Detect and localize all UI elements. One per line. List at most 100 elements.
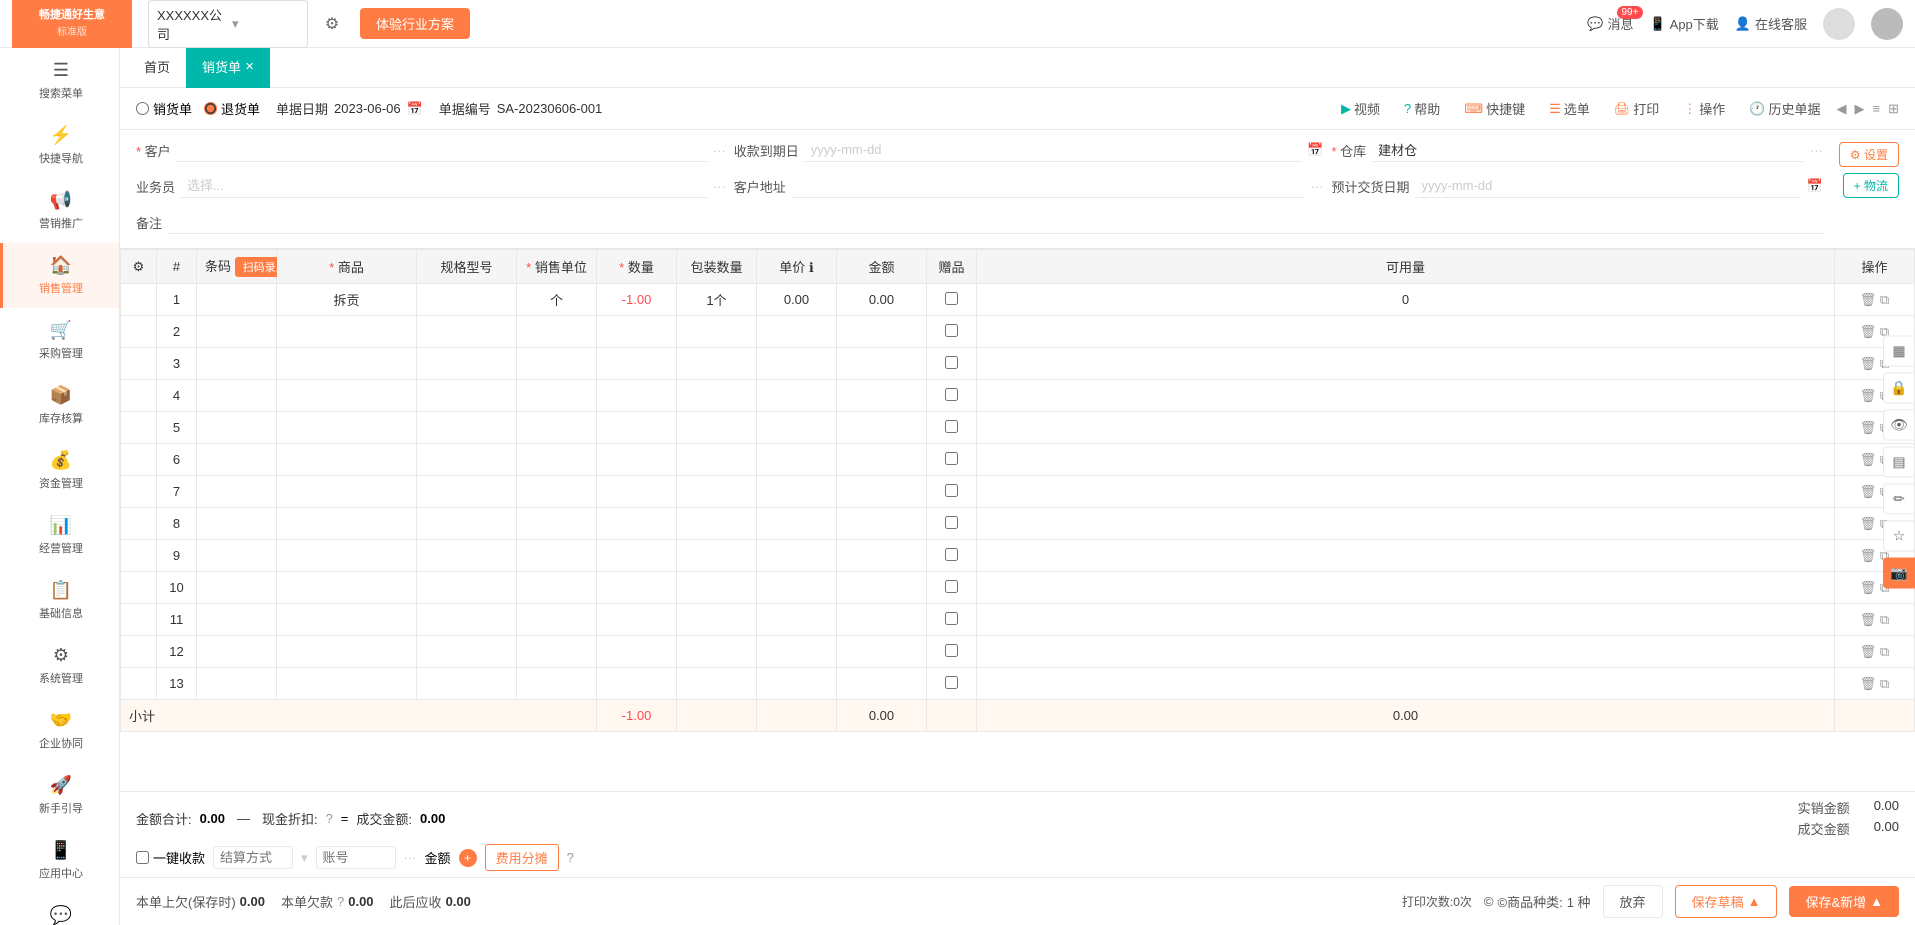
sidebar-item-guide[interactable]: 🚀 新手引导: [0, 763, 119, 828]
cell-price-4[interactable]: [757, 412, 837, 444]
sidebar-item-operations[interactable]: 📊 经营管理: [0, 503, 119, 568]
customer-input[interactable]: [177, 138, 707, 162]
cell-price-12[interactable]: [757, 668, 837, 700]
cell-price-5[interactable]: [757, 444, 837, 476]
shortcut-button[interactable]: ⌨ 快捷键: [1456, 96, 1533, 121]
cell-price-1[interactable]: [757, 316, 837, 348]
avatar2[interactable]: [1871, 8, 1903, 40]
settings-button[interactable]: ⚙: [316, 8, 348, 40]
cell-spec-7[interactable]: [417, 508, 517, 540]
cell-pack-5[interactable]: [677, 444, 757, 476]
cell-qty-10[interactable]: [597, 604, 677, 636]
tab-home[interactable]: 首页: [128, 48, 186, 88]
cell-goods-3[interactable]: [277, 380, 417, 412]
operations-button[interactable]: ⋮ 操作: [1675, 96, 1733, 121]
cell-spec-10[interactable]: [417, 604, 517, 636]
print-button[interactable]: 🖨 打印: [1606, 96, 1668, 121]
cell-price-8[interactable]: [757, 540, 837, 572]
cell-pack-10[interactable]: [677, 604, 757, 636]
gift-checkbox-3[interactable]: [945, 388, 958, 401]
cell-barcode-0[interactable]: [197, 284, 277, 316]
cell-price-3[interactable]: [757, 380, 837, 412]
cell-spec-8[interactable]: [417, 540, 517, 572]
cell-barcode-4[interactable]: [197, 412, 277, 444]
cell-amount-2[interactable]: [837, 348, 927, 380]
warehouse-dots[interactable]: ···: [1810, 143, 1823, 158]
cell-gift-4[interactable]: [927, 412, 977, 444]
cell-price-7[interactable]: [757, 508, 837, 540]
gift-checkbox-10[interactable]: [945, 612, 958, 625]
cell-spec-4[interactable]: [417, 412, 517, 444]
cell-pack-0[interactable]: 1个: [677, 284, 757, 316]
float-table-button[interactable]: ▤: [1883, 446, 1915, 477]
radio-return-input[interactable]: [204, 102, 217, 115]
gift-checkbox-0[interactable]: [945, 292, 958, 305]
cell-goods-8[interactable]: [277, 540, 417, 572]
sidebar-item-sales[interactable]: 🏠 销售管理: [0, 243, 119, 308]
sidebar-item-search[interactable]: ☰ 搜索菜单: [0, 48, 119, 113]
due-date-calendar-icon[interactable]: 📅: [1307, 142, 1323, 158]
gift-checkbox-1[interactable]: [945, 324, 958, 337]
sidebar-item-finance[interactable]: 💰 资金管理: [0, 438, 119, 503]
gift-checkbox-11[interactable]: [945, 644, 958, 657]
cell-goods-10[interactable]: [277, 604, 417, 636]
help-button[interactable]: ? 帮助: [1396, 96, 1448, 121]
gift-checkbox-7[interactable]: [945, 516, 958, 529]
cell-price-9[interactable]: [757, 572, 837, 604]
delete-row-2[interactable]: 🗑: [1860, 356, 1877, 372]
cell-qty-7[interactable]: [597, 508, 677, 540]
cell-price-10[interactable]: [757, 604, 837, 636]
cell-gift-0[interactable]: [927, 284, 977, 316]
cell-spec-0[interactable]: [417, 284, 517, 316]
cell-amount-3[interactable]: [837, 380, 927, 412]
cell-qty-9[interactable]: [597, 572, 677, 604]
cell-pack-8[interactable]: [677, 540, 757, 572]
address-dots[interactable]: ···: [1310, 179, 1323, 194]
account-input[interactable]: [316, 846, 396, 869]
expense-help-icon[interactable]: ?: [567, 850, 574, 865]
cell-amount-0[interactable]: 0.00: [837, 284, 927, 316]
delete-row-3[interactable]: 🗑: [1860, 388, 1877, 404]
copy-row-11[interactable]: ⧉: [1880, 644, 1889, 660]
cell-goods-0[interactable]: 拆贡: [277, 284, 417, 316]
cell-unit-12[interactable]: [517, 668, 597, 700]
sidebar-item-inventory[interactable]: 📦 库存核算: [0, 373, 119, 438]
float-star-button[interactable]: ☆: [1883, 520, 1915, 551]
sidebar-item-app-center[interactable]: 📱 应用中心: [0, 828, 119, 893]
cell-amount-12[interactable]: [837, 668, 927, 700]
cell-gift-1[interactable]: [927, 316, 977, 348]
sidebar-item-marketing[interactable]: 📢 营销推广: [0, 178, 119, 243]
cell-barcode-10[interactable]: [197, 604, 277, 636]
save-draft-button[interactable]: 保存草稿 ▲: [1675, 885, 1778, 918]
sidebar-item-system[interactable]: ⚙ 系统管理: [0, 633, 119, 698]
one-click-checkbox[interactable]: 一键收款: [136, 848, 205, 867]
calc-method-input[interactable]: [213, 846, 293, 869]
cell-price-11[interactable]: [757, 636, 837, 668]
cell-gift-11[interactable]: [927, 636, 977, 668]
radio-return-order[interactable]: 退货单: [204, 99, 260, 118]
cell-gift-3[interactable]: [927, 380, 977, 412]
message-button[interactable]: 💬 消息 99+: [1587, 14, 1633, 33]
copy-row-0[interactable]: ⧉: [1880, 292, 1889, 308]
gift-checkbox-4[interactable]: [945, 420, 958, 433]
note-input[interactable]: [168, 210, 1823, 234]
online-service-button[interactable]: 👤 在线客服: [1735, 14, 1807, 33]
cell-pack-9[interactable]: [677, 572, 757, 604]
cell-qty-3[interactable]: [597, 380, 677, 412]
cell-goods-2[interactable]: [277, 348, 417, 380]
delete-row-11[interactable]: 🗑: [1860, 644, 1877, 660]
cell-pack-6[interactable]: [677, 476, 757, 508]
cell-unit-9[interactable]: [517, 572, 597, 604]
cell-unit-1[interactable]: [517, 316, 597, 348]
company-selector[interactable]: XXXXXX公司 ▾: [148, 0, 308, 48]
total-owe-help[interactable]: ?: [337, 894, 344, 909]
delete-row-7[interactable]: 🗑: [1860, 516, 1877, 532]
cell-unit-2[interactable]: [517, 348, 597, 380]
cell-amount-10[interactable]: [837, 604, 927, 636]
cell-unit-11[interactable]: [517, 636, 597, 668]
cell-spec-9[interactable]: [417, 572, 517, 604]
float-edit-button[interactable]: ✏: [1883, 483, 1915, 514]
cell-goods-4[interactable]: [277, 412, 417, 444]
gift-checkbox-6[interactable]: [945, 484, 958, 497]
cell-spec-11[interactable]: [417, 636, 517, 668]
